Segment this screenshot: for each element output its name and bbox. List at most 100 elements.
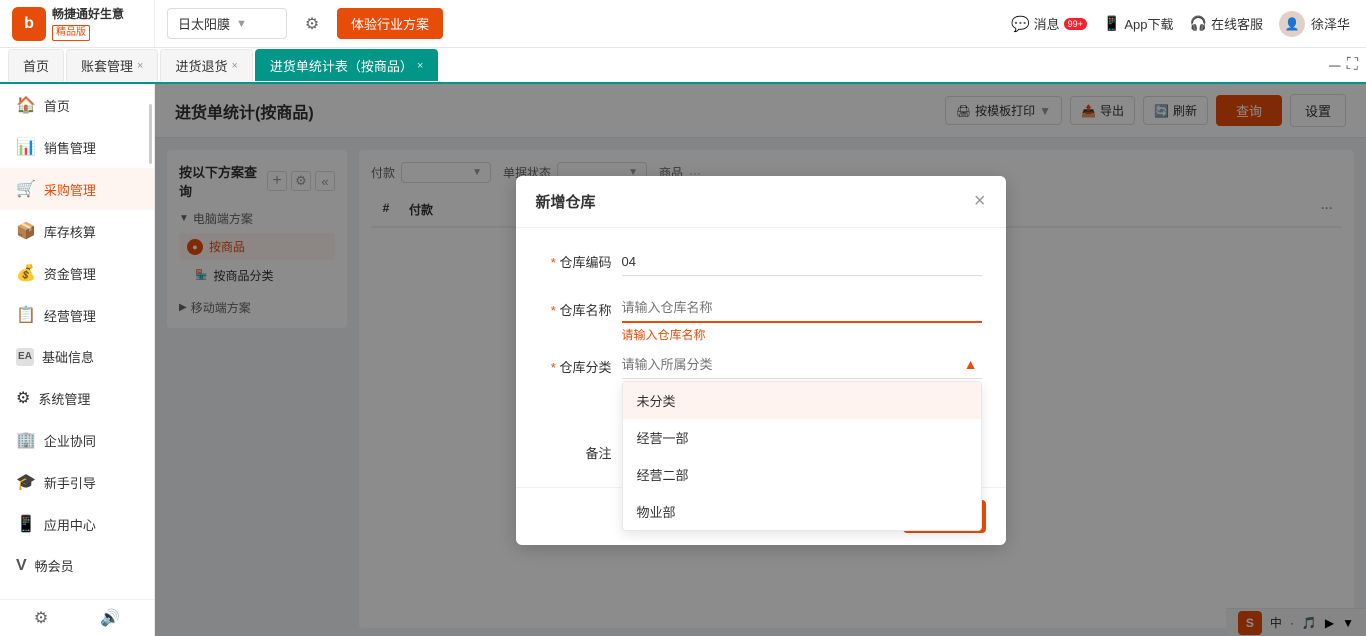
basic-info-icon: EA [16, 348, 34, 366]
category-input-wrap: ▲ 未分类 经营一部 经营二部 [622, 351, 982, 379]
sidebar-sales-label: 销售管理 [44, 138, 96, 157]
service-label: 在线客服 [1211, 14, 1263, 33]
tab-home-label: 首页 [23, 56, 49, 75]
store-selector[interactable]: 日太阳膜 ▼ [167, 8, 287, 39]
sidebar-scrollbar [149, 104, 152, 164]
note-label: 备注 [540, 443, 612, 462]
sidebar-item-apps[interactable]: 📱 应用中心 [0, 503, 154, 545]
tab-minimize-button[interactable]: － [1327, 53, 1343, 77]
dropdown-item-dept2[interactable]: 经营二部 [623, 456, 981, 493]
sidebar-item-guide[interactable]: 🎓 新手引导 [0, 461, 154, 503]
tab-account[interactable]: 账套管理 × [66, 49, 158, 81]
notice-item[interactable]: 💬 消息 99+ [1011, 14, 1087, 33]
sidebar-item-purchase[interactable]: 🛒 采购管理 [0, 168, 154, 210]
form-row-category: * 仓库分类 ▲ 未分类 [540, 351, 982, 379]
store-dropdown-icon: ▼ [236, 18, 247, 30]
vip-icon: V [16, 557, 27, 575]
modal-title: 新增仓库 [536, 191, 596, 212]
category-dropdown: 未分类 经营一部 经营二部 物业部 [622, 381, 982, 531]
home-icon: 🏠 [16, 95, 36, 115]
category-input[interactable] [622, 351, 960, 378]
tab-purchase-return-label: 进货退货 [175, 56, 227, 75]
sidebar-guide-label: 新手引导 [44, 473, 96, 492]
required-star-name: * [551, 303, 556, 318]
settings-button[interactable]: ⚙ [295, 7, 329, 41]
app-icon: 📱 [1103, 15, 1120, 32]
user-item[interactable]: 👤 徐泽华 [1279, 11, 1350, 37]
service-item[interactable]: 🎧 在线客服 [1190, 14, 1263, 33]
sidebar-enterprise-label: 企业协同 [44, 431, 96, 450]
tabbar-actions: － ⛶ [1327, 53, 1358, 77]
sidebar-item-basic-info[interactable]: EA 基础信息 [0, 336, 154, 377]
code-label: * 仓库编码 [540, 252, 612, 271]
tab-account-close[interactable]: × [137, 60, 143, 72]
modal-close-button[interactable]: × [974, 191, 986, 211]
tab-home[interactable]: 首页 [8, 49, 64, 81]
logo-badge: 精品版 [52, 25, 90, 41]
tabbar: 首页 账套管理 × 进货退货 × 进货单统计表（按商品） × － ⛶ [0, 48, 1366, 84]
sidebar-item-operations[interactable]: 📋 经营管理 [0, 294, 154, 336]
code-input-wrap [622, 248, 982, 276]
notice-badge: 99+ [1064, 18, 1087, 30]
name-input[interactable] [622, 294, 982, 323]
dropdown-item-dept1[interactable]: 经营一部 [623, 419, 981, 456]
apps-icon: 📱 [16, 514, 36, 534]
sidebar-speaker-icon[interactable]: 🔊 [100, 608, 120, 628]
modal-body: * 仓库编码 * 仓库名称 [516, 228, 1006, 487]
sidebar-item-home[interactable]: 🏠 首页 [0, 84, 154, 126]
category-label: * 仓库分类 [540, 351, 612, 376]
sidebar-system-label: 系统管理 [38, 389, 90, 408]
tab-maximize-button[interactable]: ⛶ [1347, 53, 1358, 77]
sidebar-item-enterprise[interactable]: 🏢 企业协同 [0, 419, 154, 461]
modal-overlay[interactable]: 新增仓库 × * 仓库编码 [155, 84, 1366, 636]
sidebar-item-finance[interactable]: 💰 资金管理 [0, 252, 154, 294]
store-name: 日太阳膜 [178, 14, 230, 33]
sidebar-item-sales[interactable]: 📊 销售管理 [0, 126, 154, 168]
sidebar-settings-icon[interactable]: ⚙ [34, 608, 48, 628]
tab-purchase-return-close[interactable]: × [231, 60, 237, 72]
dropdown-item-uncategorized[interactable]: 未分类 [623, 382, 981, 419]
sidebar-item-system[interactable]: ⚙ 系统管理 [0, 377, 154, 419]
user-name: 徐泽华 [1311, 14, 1350, 33]
name-error-msg: 请输入仓库名称 [622, 326, 982, 343]
sales-icon: 📊 [16, 137, 36, 157]
form-row-code: * 仓库编码 [540, 248, 982, 276]
main-content: 进货单统计(按商品) 🖨 按模板打印 ▼ 📤 导出 🔄 刷新 查询 设置 [155, 84, 1366, 636]
code-input[interactable] [622, 248, 982, 276]
tab-account-label: 账套管理 [81, 56, 133, 75]
name-input-wrap: 请输入仓库名称 [622, 294, 982, 343]
sidebar-home-label: 首页 [44, 96, 70, 115]
sidebar-item-inventory[interactable]: 📦 库存核算 [0, 210, 154, 252]
sidebar-basic-info-label: 基础信息 [42, 347, 94, 366]
purchase-icon: 🛒 [16, 179, 36, 199]
guide-icon: 🎓 [16, 472, 36, 492]
topbar-right: 💬 消息 99+ 📱 App下载 🎧 在线客服 👤 徐泽华 [1011, 11, 1366, 37]
tab-purchase-stat[interactable]: 进货单统计表（按商品） × [255, 49, 438, 81]
required-star-cat: * [551, 360, 556, 375]
avatar: 👤 [1279, 11, 1305, 37]
sidebar-bottom: ⚙ 🔊 [0, 599, 154, 636]
category-arrow-icon[interactable]: ▲ [960, 352, 982, 376]
tab-purchase-return[interactable]: 进货退货 × [160, 49, 252, 81]
form-row-name: * 仓库名称 请输入仓库名称 [540, 294, 982, 343]
sidebar: 🏠 首页 📊 销售管理 🛒 采购管理 📦 库存核算 💰 资金管理 📋 经营管理 … [0, 84, 155, 636]
dropdown-item-dept3[interactable]: 物业部 [623, 493, 981, 530]
sidebar-item-vip[interactable]: V 畅会员 [0, 545, 154, 586]
finance-icon: 💰 [16, 263, 36, 283]
sidebar-purchase-label: 采购管理 [44, 180, 96, 199]
sidebar-finance-label: 资金管理 [44, 264, 96, 283]
main-layout: 🏠 首页 📊 销售管理 🛒 采购管理 📦 库存核算 💰 资金管理 📋 经营管理 … [0, 84, 1366, 636]
tab-purchase-stat-close[interactable]: × [417, 60, 423, 72]
notice-label: 消息 [1034, 14, 1060, 33]
modal: 新增仓库 × * 仓库编码 [516, 176, 1006, 545]
trial-button[interactable]: 体验行业方案 [337, 8, 443, 39]
system-icon: ⚙ [16, 388, 30, 408]
logo-text: 畅捷通好生意 精品版 [52, 6, 124, 41]
app-download-item[interactable]: 📱 App下载 [1103, 14, 1174, 33]
enterprise-icon: 🏢 [16, 430, 36, 450]
operations-icon: 📋 [16, 305, 36, 325]
app-label: App下载 [1124, 14, 1173, 33]
required-star: * [551, 255, 556, 270]
inventory-icon: 📦 [16, 221, 36, 241]
service-icon: 🎧 [1190, 15, 1207, 32]
